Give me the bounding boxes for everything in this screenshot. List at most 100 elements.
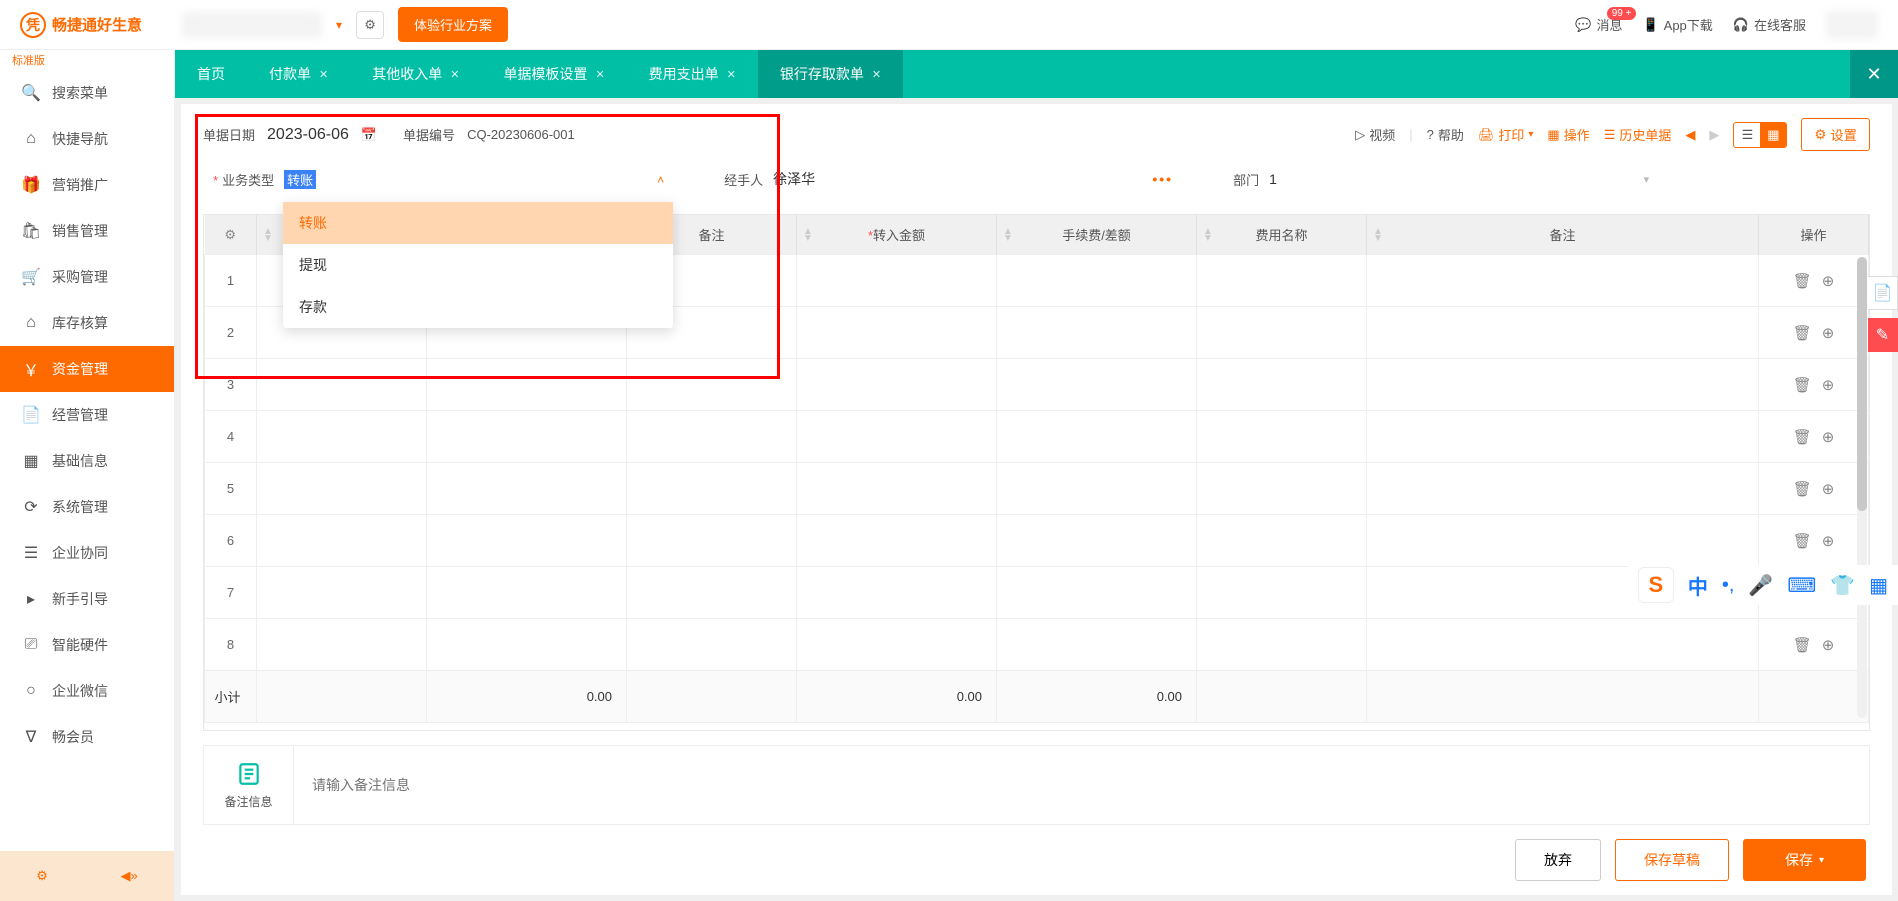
doc-date-value[interactable]: 2023-06-06 (267, 126, 349, 144)
sidebar-item-14[interactable]: ∇畅会员 (0, 714, 174, 760)
delete-row-icon[interactable]: 🗑 (1793, 637, 1812, 654)
add-row-icon[interactable]: ⊕ (1822, 533, 1835, 550)
video-link[interactable]: ▷视频 (1355, 125, 1395, 144)
sidebar-item-8[interactable]: ▦基础信息 (0, 438, 174, 484)
cell[interactable] (427, 463, 627, 515)
next-doc-icon[interactable]: ▶ (1709, 127, 1719, 143)
sidebar-item-5[interactable]: ⌂库存核算 (0, 300, 174, 346)
table-row[interactable]: 6🗑⊕ (205, 515, 1869, 567)
sidebar-item-12[interactable]: ⎚智能硬件 (0, 622, 174, 668)
biz-option-提现[interactable]: 提现 (283, 244, 673, 286)
biz-option-存款[interactable]: 存款 (283, 286, 673, 328)
ime-keyboard-icon[interactable]: ⌨ (1787, 573, 1816, 598)
cell[interactable] (997, 515, 1197, 567)
delete-row-icon[interactable]: 🗑 (1793, 429, 1812, 446)
cell[interactable] (797, 463, 997, 515)
remark-input[interactable] (294, 746, 1869, 824)
app-download-link[interactable]: 📱 App下载 (1642, 15, 1712, 34)
add-row-icon[interactable]: ⊕ (1822, 273, 1835, 290)
cell[interactable] (997, 411, 1197, 463)
tenant-caret-icon[interactable]: ▾ (336, 18, 342, 32)
close-icon[interactable]: ✕ (872, 68, 881, 81)
sort-icon[interactable]: ▲▼ (803, 228, 813, 242)
cell[interactable] (1367, 619, 1759, 671)
delete-row-icon[interactable]: 🗑 (1793, 533, 1812, 550)
cell[interactable] (797, 515, 997, 567)
cell[interactable] (627, 359, 797, 411)
table-row[interactable]: 4🗑⊕ (205, 411, 1869, 463)
cell[interactable] (1197, 359, 1367, 411)
cell[interactable] (997, 307, 1197, 359)
cell[interactable] (627, 515, 797, 567)
settings-button[interactable]: ⚙设置 (1801, 118, 1870, 151)
table-row[interactable]: 5🗑⊕ (205, 463, 1869, 515)
tabs-close-all-icon[interactable]: ✕ (1850, 50, 1898, 98)
table-row[interactable]: 7🗑⊕ (205, 567, 1869, 619)
cell[interactable] (797, 619, 997, 671)
tab-费用支出单[interactable]: 费用支出单✕ (627, 50, 758, 98)
cell[interactable] (997, 255, 1197, 307)
online-service-link[interactable]: 🎧 在线客服 (1733, 15, 1806, 34)
delete-row-icon[interactable]: 🗑 (1793, 273, 1812, 290)
ime-lang-label[interactable]: 中 (1688, 571, 1708, 600)
calendar-icon[interactable]: 📅 (361, 127, 377, 143)
tab-单据模板设置[interactable]: 单据模板设置✕ (481, 50, 626, 98)
cell[interactable] (627, 567, 797, 619)
ime-punct-icon[interactable]: •, (1722, 574, 1735, 597)
dept-select[interactable]: 1 ▾ (1269, 171, 1649, 188)
cell[interactable] (1367, 411, 1759, 463)
vertical-scrollbar[interactable] (1857, 257, 1867, 718)
sidebar-item-6[interactable]: ￥资金管理 (0, 346, 174, 392)
cell[interactable] (257, 359, 427, 411)
sort-icon[interactable]: ▲▼ (1003, 228, 1013, 242)
close-icon[interactable]: ✕ (450, 68, 459, 81)
table-row[interactable]: 3🗑⊕ (205, 359, 1869, 411)
sidebar-settings-icon[interactable]: ⚙ (36, 868, 48, 884)
tab-首页[interactable]: 首页 (175, 50, 247, 98)
tab-付款单[interactable]: 付款单✕ (247, 50, 350, 98)
cell[interactable] (1197, 567, 1367, 619)
cell[interactable] (1197, 463, 1367, 515)
sidebar-item-1[interactable]: ⌂快捷导航 (0, 116, 174, 162)
cell[interactable] (797, 307, 997, 359)
cell[interactable] (427, 567, 627, 619)
biz-type-select[interactable]: 转账 ˄ (284, 170, 664, 189)
tab-其他收入单[interactable]: 其他收入单✕ (350, 50, 481, 98)
cell[interactable] (627, 619, 797, 671)
table-row[interactable]: 8🗑⊕ (205, 619, 1869, 671)
cell[interactable] (1197, 411, 1367, 463)
cell[interactable] (257, 463, 427, 515)
operation-link[interactable]: ▦操作 (1547, 125, 1589, 144)
add-row-icon[interactable]: ⊕ (1822, 481, 1835, 498)
sidebar-item-10[interactable]: ☰企业协同 (0, 530, 174, 576)
help-link[interactable]: ?帮助 (1427, 125, 1464, 144)
cell[interactable] (1367, 255, 1759, 307)
print-link[interactable]: 🖨打印▾ (1478, 125, 1534, 144)
sidebar-item-7[interactable]: 📄经营管理 (0, 392, 174, 438)
sidebar-item-13[interactable]: ○企业微信 (0, 668, 174, 714)
cell[interactable] (427, 359, 627, 411)
cell[interactable] (1367, 515, 1759, 567)
industry-plan-button[interactable]: 体验行业方案 (398, 7, 508, 42)
cell[interactable] (797, 255, 997, 307)
cell[interactable] (427, 411, 627, 463)
cell[interactable] (427, 515, 627, 567)
delete-row-icon[interactable]: 🗑 (1793, 481, 1812, 498)
cell[interactable] (997, 463, 1197, 515)
sidebar-item-3[interactable]: 🛍销售管理 (0, 208, 174, 254)
sidebar-item-9[interactable]: ⟳系统管理 (0, 484, 174, 530)
cell[interactable] (1197, 255, 1367, 307)
ime-skin-icon[interactable]: 👕 (1830, 573, 1855, 598)
user-avatar-blur[interactable] (1826, 11, 1878, 39)
prev-doc-icon[interactable]: ◀ (1685, 127, 1695, 143)
sort-icon[interactable]: ▲▼ (1203, 228, 1213, 242)
settings-gear-icon[interactable]: ⚙ (356, 11, 384, 39)
cell[interactable] (1367, 307, 1759, 359)
sort-icon[interactable]: ▲▼ (1373, 228, 1383, 242)
handler-input[interactable]: 徐泽华 ••• (773, 169, 1173, 190)
cell[interactable] (997, 359, 1197, 411)
cell[interactable] (427, 619, 627, 671)
float-doc-icon[interactable]: 📄 (1868, 276, 1898, 310)
cell[interactable] (257, 619, 427, 671)
sidebar-item-11[interactable]: ▸新手引导 (0, 576, 174, 622)
